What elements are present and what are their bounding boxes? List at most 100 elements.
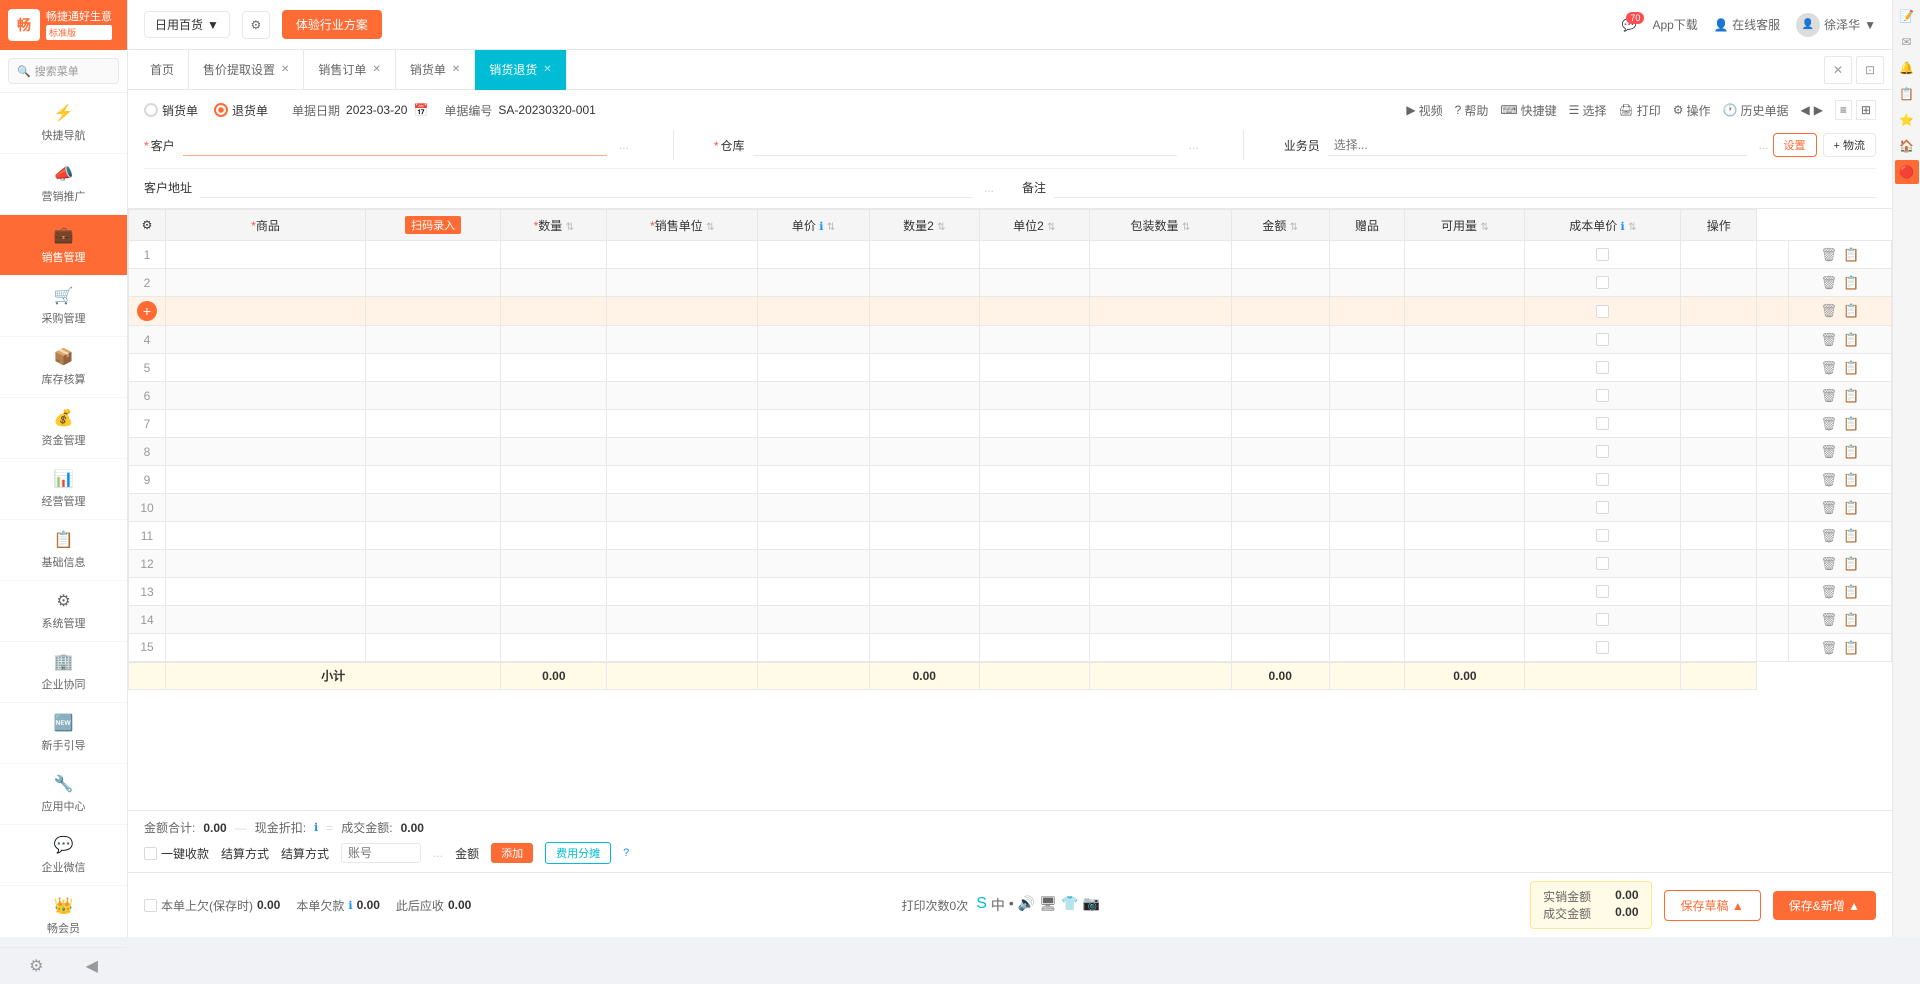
header-gear-button[interactable]: ⚙ <box>242 11 270 39</box>
discount-info-icon[interactable]: ℹ <box>314 821 318 834</box>
delete-row-15-icon[interactable]: 🗑 <box>1821 640 1838 656</box>
copy-row-15-icon[interactable]: 📋 <box>1843 640 1859 656</box>
account-select-btn[interactable]: ... <box>433 846 443 860</box>
online-service-link[interactable]: 👤 在线客服 <box>1714 16 1780 33</box>
sidebar-item-system[interactable]: ⚙系统管理 <box>0 581 127 642</box>
delete-row-4-icon[interactable]: 🗑 <box>1821 332 1838 348</box>
fee-split-btn[interactable]: 费用分摊 <box>545 842 611 864</box>
delete-row-11-icon[interactable]: 🗑 <box>1821 528 1838 544</box>
gift-checkbox-3[interactable] <box>1596 305 1609 318</box>
right-icon-3[interactable]: 🔔 <box>1895 56 1919 80</box>
address-input[interactable] <box>200 177 972 198</box>
salesperson-select-btn[interactable]: ... <box>1755 138 1773 152</box>
scan-btn[interactable]: 扫码录入 <box>405 216 461 234</box>
customer-input[interactable] <box>183 135 607 156</box>
delete-row-10-icon[interactable]: 🗑 <box>1821 500 1838 516</box>
gift-checkbox-4[interactable] <box>1596 333 1609 346</box>
one-click-payment-checkbox[interactable]: 一键收款 <box>144 845 209 862</box>
gift-checkbox-10[interactable] <box>1596 501 1609 514</box>
gift-checkbox-5[interactable] <box>1596 361 1609 374</box>
gift-checkbox-11[interactable] <box>1596 529 1609 542</box>
right-icon-5[interactable]: ⭐ <box>1895 108 1919 132</box>
save-draft-button[interactable]: 保存草稿 ▲ <box>1664 890 1761 921</box>
gift-checkbox-8[interactable] <box>1596 445 1609 458</box>
delete-row-1-icon[interactable]: 🗑 <box>1821 247 1838 263</box>
add-payment-btn[interactable]: 添加 <box>491 843 533 863</box>
gift-checkbox-6[interactable] <box>1596 389 1609 402</box>
sidebar-item-guide[interactable]: 🆕新手引导 <box>0 703 127 764</box>
action-help[interactable]: ? 帮助 <box>1455 102 1489 119</box>
table-area[interactable]: ⚙ *商品 扫码录入 *数量 ⇅ *销售单位 ⇅ 单价 ℹ ⇅ 数量2 ⇅ 单位… <box>128 209 1892 810</box>
calc-method-label[interactable]: 结算方式 <box>221 845 269 862</box>
gift-checkbox-1[interactable] <box>1596 248 1609 261</box>
toolbar-icon-7[interactable]: 📷 <box>1082 895 1099 915</box>
tab-sales-order-close[interactable]: ✕ <box>372 64 380 75</box>
sidebar-settings-icon[interactable]: ⚙ <box>29 956 43 976</box>
sidebar-item-operation[interactable]: 📊经营管理 <box>0 459 127 520</box>
sidebar-collapse-icon[interactable]: ◀ <box>86 956 98 976</box>
setting-button[interactable]: 设置 <box>1773 133 1817 157</box>
tab-price-setting-close[interactable]: ✕ <box>281 64 289 75</box>
save-new-button[interactable]: 保存&新增 ▲ <box>1773 891 1876 920</box>
right-icon-4[interactable]: 📋 <box>1895 82 1919 106</box>
sidebar-item-shortcut[interactable]: ⚡快捷导航 <box>0 93 127 154</box>
tab-sales-delivery[interactable]: 销货单 ✕ <box>396 50 475 90</box>
gift-checkbox-12[interactable] <box>1596 557 1609 570</box>
radio-delivery[interactable]: 销货单 <box>144 102 198 119</box>
sidebar-search[interactable]: 🔍 搜索菜单 <box>0 50 127 93</box>
tab-sales-return-close[interactable]: ✕ <box>543 64 551 75</box>
gift-checkbox-15[interactable] <box>1596 641 1609 654</box>
delete-row-7-icon[interactable]: 🗑 <box>1821 416 1838 432</box>
address-select-btn[interactable]: ... <box>980 181 998 195</box>
fee-help-icon[interactable]: ? <box>623 847 629 859</box>
delete-row-14-icon[interactable]: 🗑 <box>1821 612 1838 628</box>
copy-row-6-icon[interactable]: 📋 <box>1843 388 1859 404</box>
sidebar-item-basic[interactable]: 📋基础信息 <box>0 520 127 581</box>
nav-prev-icon[interactable]: ◀ <box>1800 103 1809 117</box>
gift-checkbox-7[interactable] <box>1596 417 1609 430</box>
sidebar-item-inventory[interactable]: 📦库存核算 <box>0 337 127 398</box>
copy-row-4-icon[interactable]: 📋 <box>1843 332 1859 348</box>
tab-sales-delivery-close[interactable]: ✕ <box>452 64 460 75</box>
copy-row-5-icon[interactable]: 📋 <box>1843 360 1859 376</box>
copy-row-7-icon[interactable]: 📋 <box>1843 416 1859 432</box>
business-type-dropdown[interactable]: 日用百货 ▼ <box>144 11 230 38</box>
sidebar-item-appstore[interactable]: 🔧应用中心 <box>0 764 127 825</box>
add-row-btn[interactable]: + <box>137 301 157 321</box>
copy-row-1-icon[interactable]: 📋 <box>1843 247 1859 263</box>
right-icon-1[interactable]: 📝 <box>1895 4 1919 28</box>
action-shortcut[interactable]: ⌨ 快捷键 <box>1500 102 1556 119</box>
toolbar-icon-6[interactable]: 👕 <box>1061 895 1078 915</box>
sidebar-item-wechat[interactable]: 💬企业微信 <box>0 825 127 886</box>
copy-row-13-icon[interactable]: 📋 <box>1843 584 1859 600</box>
user-menu[interactable]: 👤 徐泽华 ▼ <box>1796 13 1876 37</box>
gift-checkbox-2[interactable] <box>1596 276 1609 289</box>
copy-row-11-icon[interactable]: 📋 <box>1843 528 1859 544</box>
view-list-icon[interactable]: ≡ <box>1835 100 1852 120</box>
toolbar-icon-2[interactable]: 中 <box>991 895 1005 915</box>
tab-home[interactable]: 首页 <box>136 50 189 90</box>
action-print[interactable]: 🖨 打印 <box>1618 102 1660 119</box>
copy-row-12-icon[interactable]: 📋 <box>1843 556 1859 572</box>
delete-row-3-icon[interactable]: 🗑 <box>1821 303 1838 319</box>
warehouse-select-btn[interactable]: ... <box>1185 138 1203 152</box>
sidebar-item-marketing[interactable]: 📣营销推广 <box>0 154 127 215</box>
search-menu-button[interactable]: 🔍 搜索菜单 <box>8 58 119 84</box>
delete-row-9-icon[interactable]: 🗑 <box>1821 472 1838 488</box>
tab-maximize-button[interactable]: ⊡ <box>1856 56 1884 84</box>
delete-row-12-icon[interactable]: 🗑 <box>1821 556 1838 572</box>
copy-row-8-icon[interactable]: 📋 <box>1843 444 1859 460</box>
payment-stat-checkbox[interactable] <box>144 899 157 912</box>
radio-return[interactable]: 退货单 <box>214 102 268 119</box>
copy-row-9-icon[interactable]: 📋 <box>1843 472 1859 488</box>
toolbar-icon-4[interactable]: 🔊 <box>1018 895 1035 915</box>
tab-price-setting[interactable]: 售价提取设置 ✕ <box>189 50 304 90</box>
delete-row-13-icon[interactable]: 🗑 <box>1821 584 1838 600</box>
sidebar-item-member[interactable]: 👑畅会员 <box>0 886 127 947</box>
delete-row-5-icon[interactable]: 🗑 <box>1821 360 1838 376</box>
col-scan[interactable]: 扫码录入 <box>366 210 501 241</box>
message-icon[interactable]: 💬 70 <box>1621 18 1636 32</box>
customer-select-btn[interactable]: ... <box>615 138 633 152</box>
gift-checkbox-9[interactable] <box>1596 473 1609 486</box>
gift-checkbox-14[interactable] <box>1596 613 1609 626</box>
